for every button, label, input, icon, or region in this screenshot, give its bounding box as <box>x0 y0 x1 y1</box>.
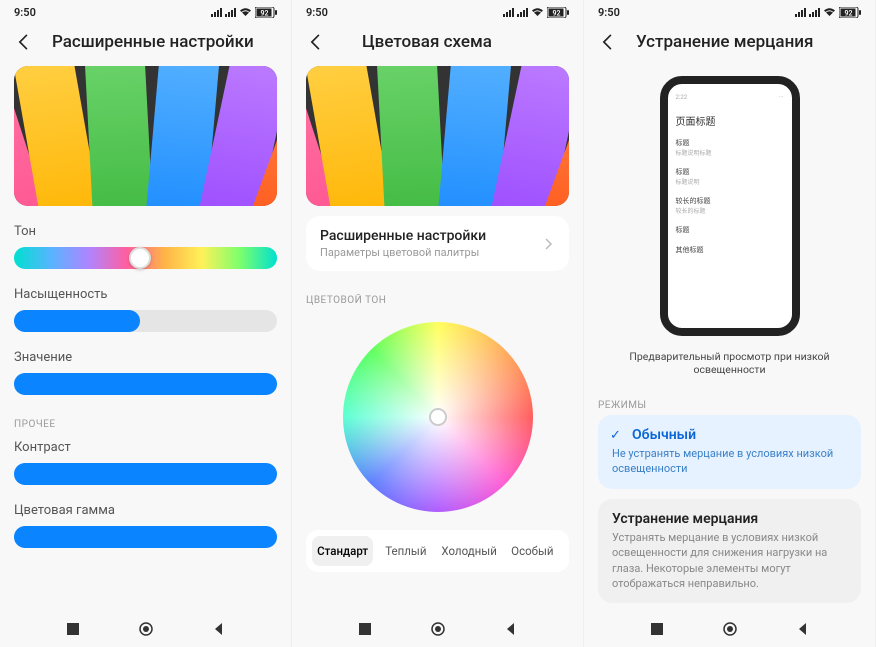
color-wheel-thumb[interactable] <box>429 408 447 426</box>
wifi-icon <box>239 7 252 17</box>
nav-home-icon[interactable] <box>430 621 446 637</box>
nav-bar <box>0 611 291 647</box>
wifi-icon <box>531 7 544 17</box>
content: Тон Насыщенность Значение ПРОЧЕЕ Контрас… <box>0 66 291 611</box>
page-title: Устранение мерцания <box>636 32 813 52</box>
phone-color-scheme: 9:50 92 Цветовая схема Расширенные настр… <box>292 0 584 647</box>
status-time: 9:50 <box>306 6 328 19</box>
battery-icon: 92 <box>547 7 569 18</box>
header: Устранение мерцания <box>584 24 875 66</box>
mode-anti-desc: Устранять мерцание в условиях низкой осв… <box>612 530 847 592</box>
nav-home-icon[interactable] <box>138 621 154 637</box>
contrast-slider[interactable] <box>14 463 277 485</box>
tone-label: Тон <box>14 224 277 239</box>
back-icon[interactable] <box>14 32 34 52</box>
wifi-icon <box>823 7 836 17</box>
nav-recent-icon[interactable] <box>357 621 373 637</box>
mode-normal-title: Обычный <box>612 427 847 443</box>
nav-bar <box>584 611 875 647</box>
advanced-settings-item[interactable]: Расширенные настройки Параметры цветовой… <box>306 216 569 271</box>
gamma-slider[interactable] <box>14 526 277 548</box>
tab-cold[interactable]: Холодный <box>439 536 500 566</box>
nav-recent-icon[interactable] <box>649 621 665 637</box>
preview-phone: 2:22··· 页面标题 标题标题说明标题 标题标题说明 较长的标题较长的标题 … <box>660 76 800 336</box>
header: Цветовая схема <box>292 24 583 66</box>
nav-back-icon[interactable] <box>211 621 227 637</box>
status-indicators: 92 <box>503 7 569 18</box>
header: Расширенные настройки <box>0 24 291 66</box>
signal-icon <box>503 8 514 17</box>
back-icon[interactable] <box>598 32 618 52</box>
nav-back-icon[interactable] <box>795 621 811 637</box>
tone-tabs: Стандарт Теплый Холодный Особый <box>306 530 569 572</box>
tone-thumb[interactable] <box>129 247 151 269</box>
saturation-slider-group: Насыщенность <box>14 287 277 332</box>
color-wheel[interactable] <box>343 322 533 512</box>
other-section-label: ПРОЧЕЕ <box>14 419 277 430</box>
value-slider-group: Значение <box>14 350 277 395</box>
status-bar: 9:50 92 <box>0 0 291 24</box>
content: Расширенные настройки Параметры цветовой… <box>292 66 583 611</box>
mode-normal-desc: Не устранять мерцание в условиях низкой … <box>612 446 847 477</box>
svg-text:92: 92 <box>845 9 853 17</box>
status-bar: 9:50 92 <box>292 0 583 24</box>
tone-section-label: ЦВЕТОВОЙ ТОН <box>306 295 569 306</box>
phone-anti-flicker: 9:50 92 Устранение мерцания 2:22··· 页面标题… <box>584 0 876 647</box>
page-title: Цветовая схема <box>362 32 492 52</box>
preview-caption: Предварительный просмотр при низкой осве… <box>598 350 861 376</box>
tab-warm[interactable]: Теплый <box>375 536 436 566</box>
saturation-slider[interactable] <box>14 310 277 332</box>
back-icon[interactable] <box>306 32 326 52</box>
svg-text:92: 92 <box>553 9 561 17</box>
check-icon: ✓ <box>610 428 621 443</box>
phone-advanced-settings: 9:50 92 Расширенные настройки Тон Насы <box>0 0 292 647</box>
mode-anti-title: Устранение мерцания <box>612 511 847 527</box>
color-preview-image <box>14 66 277 206</box>
nav-back-icon[interactable] <box>503 621 519 637</box>
adv-sub: Параметры цветовой палитры <box>320 246 541 259</box>
status-indicators: 92 <box>795 7 861 18</box>
gamma-slider-group: Цветовая гамма <box>14 503 277 548</box>
signal-icon-2 <box>225 8 236 17</box>
tone-slider[interactable] <box>14 247 277 269</box>
status-indicators: 92 <box>211 7 277 18</box>
tone-slider-group: Тон <box>14 224 277 269</box>
status-time: 9:50 <box>598 6 620 19</box>
nav-bar <box>292 611 583 647</box>
color-preview-image <box>306 66 569 206</box>
signal-icon-2 <box>517 8 528 17</box>
nav-recent-icon[interactable] <box>65 621 81 637</box>
page-title: Расширенные настройки <box>52 32 254 52</box>
signal-icon <box>211 8 222 17</box>
value-label: Значение <box>14 350 277 365</box>
tab-standard[interactable]: Стандарт <box>312 536 373 566</box>
pv-title: 页面标题 <box>676 113 784 128</box>
signal-icon <box>795 8 806 17</box>
svg-text:92: 92 <box>261 9 269 17</box>
mode-anti-flicker[interactable]: Устранение мерцания Устранять мерцание в… <box>598 499 861 604</box>
signal-icon-2 <box>809 8 820 17</box>
status-time: 9:50 <box>14 6 36 19</box>
contrast-slider-group: Контраст <box>14 440 277 485</box>
tab-custom[interactable]: Особый <box>502 536 563 566</box>
gamma-label: Цветовая гамма <box>14 503 277 518</box>
status-bar: 9:50 92 <box>584 0 875 24</box>
content: 2:22··· 页面标题 标题标题说明标题 标题标题说明 较长的标题较长的标题 … <box>584 66 875 611</box>
modes-section-label: РЕЖИМЫ <box>598 400 861 411</box>
nav-home-icon[interactable] <box>722 621 738 637</box>
battery-icon: 92 <box>255 7 277 18</box>
value-slider[interactable] <box>14 373 277 395</box>
adv-title: Расширенные настройки <box>320 228 541 244</box>
saturation-label: Насыщенность <box>14 287 277 302</box>
chevron-right-icon <box>541 237 555 251</box>
contrast-label: Контраст <box>14 440 277 455</box>
mode-normal[interactable]: ✓ Обычный Не устранять мерцание в услови… <box>598 415 861 489</box>
battery-icon: 92 <box>839 7 861 18</box>
